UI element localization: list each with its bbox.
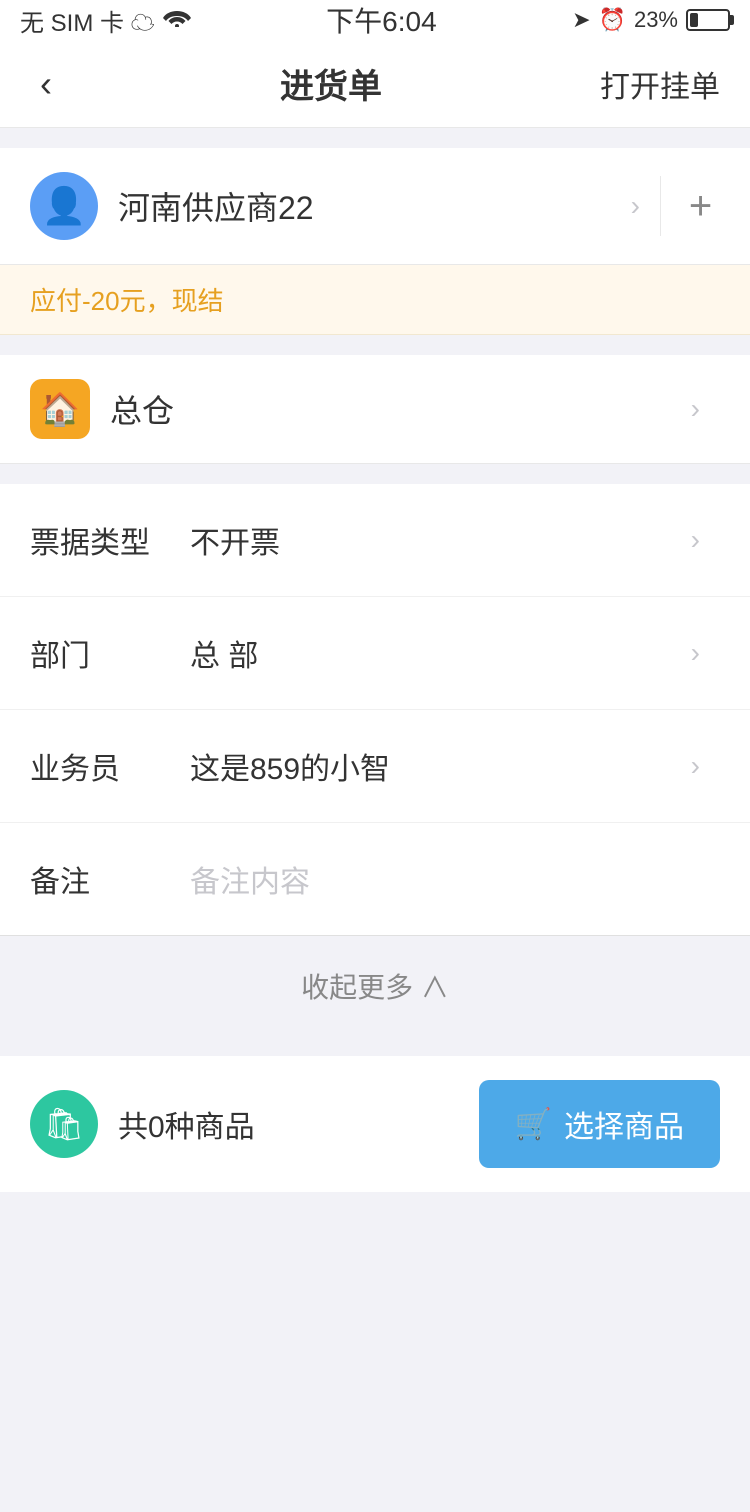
battery-percent: 23% — [634, 7, 678, 33]
supplier-section: 👤 河南供应商22 › + 应付-20元，现结 — [0, 148, 750, 335]
supplier-name: 河南供应商22 — [118, 183, 631, 229]
warehouse-name: 总仓 — [110, 386, 691, 432]
status-left: 无 SIM 卡 ☁ — [20, 3, 191, 38]
salesperson-chevron-icon: › — [691, 750, 700, 782]
nav-bar: ‹ 进货单 打开挂单 — [0, 40, 750, 128]
location-icon: ➤ — [572, 7, 590, 33]
supplier-row[interactable]: 👤 河南供应商22 › + — [0, 148, 750, 265]
cart-icon: 🛍 — [44, 1105, 85, 1143]
warehouse-icon: 🏠 — [30, 379, 90, 439]
status-right: ➤ ⏰ 23% — [572, 7, 730, 33]
invoice-type-value: 不开票 — [190, 518, 691, 562]
person-icon: 👤 — [42, 185, 87, 227]
department-chevron-icon: › — [691, 637, 700, 669]
salesperson-value: 这是859的小智 — [190, 744, 691, 788]
status-time: 下午6:04 — [326, 0, 437, 40]
supplier-chevron-icon: › — [631, 190, 640, 222]
warehouse-row[interactable]: 🏠 总仓 › — [0, 355, 750, 464]
remark-input[interactable]: 备注内容 — [190, 857, 720, 901]
collapse-bar[interactable]: 收起更多 ∧ — [0, 935, 750, 1036]
department-row[interactable]: 部门 总 部 › — [0, 597, 750, 710]
department-label: 部门 — [30, 631, 170, 675]
select-product-icon: 🛒 — [515, 1107, 552, 1142]
warehouse-section[interactable]: 🏠 总仓 › — [0, 355, 750, 464]
battery-icon — [686, 9, 730, 31]
status-bar: 无 SIM 卡 ☁ 下午6:04 ➤ ⏰ 23% — [0, 0, 750, 40]
warehouse-chevron-icon: › — [691, 393, 700, 425]
salesperson-row[interactable]: 业务员 这是859的小智 › — [0, 710, 750, 823]
open-pending-button[interactable]: 打开挂单 — [600, 62, 720, 106]
form-section: 票据类型 不开票 › 部门 总 部 › 业务员 这是859的小智 › 备注 备注… — [0, 484, 750, 935]
select-product-label: 选择商品 — [564, 1102, 684, 1146]
product-count: 共0种商品 — [118, 1102, 459, 1146]
page-title: 进货单 — [280, 59, 382, 108]
select-product-button[interactable]: 🛒 选择商品 — [479, 1080, 720, 1168]
product-icon: 🛍 — [30, 1090, 98, 1158]
warning-bar: 应付-20元，现结 — [0, 265, 750, 335]
invoice-chevron-icon: › — [691, 524, 700, 556]
add-supplier-button[interactable]: + — [660, 176, 720, 236]
supplier-avatar: 👤 — [30, 172, 98, 240]
salesperson-label: 业务员 — [30, 744, 170, 788]
remark-label: 备注 — [30, 857, 170, 901]
top-divider — [0, 128, 750, 148]
department-value: 总 部 — [190, 631, 691, 675]
remark-row[interactable]: 备注 备注内容 — [0, 823, 750, 935]
wifi-icon — [163, 6, 191, 34]
alarm-icon: ⏰ — [599, 7, 626, 33]
sim-label: 无 SIM 卡 ☁ — [20, 3, 155, 38]
bottom-area — [0, 1192, 750, 1512]
product-footer: 🛍 共0种商品 🛒 选择商品 — [0, 1056, 750, 1192]
invoice-type-label: 票据类型 — [30, 518, 170, 562]
back-button[interactable]: ‹ — [30, 53, 62, 115]
invoice-type-row[interactable]: 票据类型 不开票 › — [0, 484, 750, 597]
